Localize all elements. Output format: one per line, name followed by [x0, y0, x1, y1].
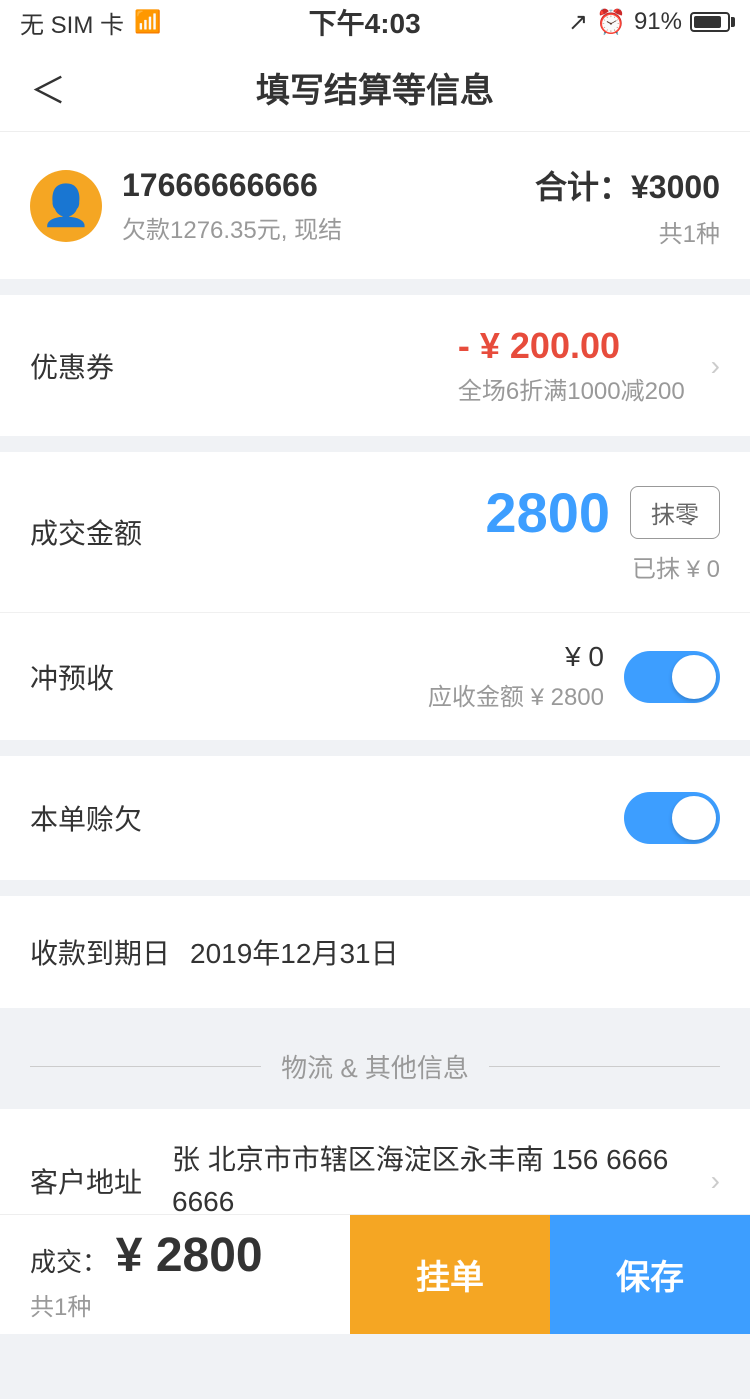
bottom-bar: 成交： ¥ 2800 共1种 挂单 保存 — [0, 1214, 750, 1334]
debt-section: 本单赊欠 — [0, 756, 750, 880]
amount-section: 成交金额 2800 抹零 已抹 ¥ 0 冲预收 ¥ 0 应收金额 ¥ 2800 — [0, 452, 750, 740]
address-label: 客户地址 — [30, 1161, 142, 1201]
deal-amount-label: 成交金额 — [30, 512, 142, 552]
sim-status: 无 SIM 卡 — [20, 5, 124, 40]
bottom-summary: 成交： ¥ 2800 共1种 — [0, 1228, 350, 1322]
customer-phone: 17666666666 — [122, 167, 535, 204]
logistics-divider: 物流 & 其他信息 — [0, 1024, 750, 1109]
prepay-label: 冲预收 — [30, 657, 114, 697]
coupon-right: - ¥ 200.00 全场6折满1000减200 › — [458, 325, 720, 406]
prepay-amount: ¥ 0 — [428, 641, 604, 673]
round-button[interactable]: 抹零 — [630, 486, 720, 539]
coupon-label: 优惠券 — [30, 346, 114, 386]
deal-amount-value: 2800 — [485, 480, 610, 545]
debt-toggle[interactable] — [624, 792, 720, 844]
divider-line-left — [30, 1066, 261, 1067]
customer-section: 👤 17666666666 欠款1276.35元, 现结 合计：¥3000 共1… — [0, 132, 750, 279]
page-title: 填写结算等信息 — [256, 63, 494, 112]
location-icon: ↗ — [568, 8, 588, 37]
wifi-icon: 📶 — [134, 9, 161, 35]
duedate-value: 2019年12月31日 — [190, 932, 399, 972]
battery-icon — [690, 12, 730, 32]
total-amount: 合计：¥3000 — [535, 162, 720, 208]
address-chevron-icon: › — [711, 1165, 720, 1197]
logistics-label: 物流 & 其他信息 — [281, 1048, 469, 1085]
duedate-section: 收款到期日 2019年12月31日 — [0, 896, 750, 1008]
chevron-right-icon: › — [711, 350, 720, 382]
customer-info: 17666666666 欠款1276.35元, 现结 — [122, 167, 535, 245]
debt-toggle-knob — [672, 796, 716, 840]
coupon-desc: 全场6折满1000减200 — [458, 371, 685, 406]
debt-label: 本单赊欠 — [30, 798, 142, 838]
customer-sub: 欠款1276.35元, 现结 — [122, 210, 535, 245]
alarm-icon: ⏰ — [596, 8, 626, 37]
status-left: 无 SIM 卡 📶 — [20, 5, 161, 40]
deal-amount-sub: 已抹 ¥ 0 — [485, 549, 720, 584]
back-button[interactable]: ＜ — [30, 62, 66, 114]
bottom-actions: 挂单 保存 — [350, 1215, 750, 1334]
prepay-row: 冲预收 ¥ 0 应收金额 ¥ 2800 — [0, 612, 750, 740]
coupon-section[interactable]: 优惠券 - ¥ 200.00 全场6折满1000减200 › — [0, 295, 750, 436]
prepay-toggle[interactable] — [624, 651, 720, 703]
prepay-right: ¥ 0 应收金额 ¥ 2800 — [428, 641, 720, 712]
divider-line-right — [489, 1066, 720, 1067]
coupon-discount: - ¥ 200.00 — [458, 325, 685, 367]
bottom-deal-row: 成交： ¥ 2800 — [30, 1228, 320, 1283]
prepay-values: ¥ 0 应收金额 ¥ 2800 — [428, 641, 604, 712]
status-time: 下午4:03 — [309, 2, 421, 42]
battery-percent: 91% — [634, 8, 682, 36]
bottom-count: 共1种 — [30, 1287, 320, 1322]
prepay-receivable: 应收金额 ¥ 2800 — [428, 677, 604, 712]
customer-total: 合计：¥3000 共1种 — [535, 162, 720, 249]
bottom-amount: ¥ 2800 — [116, 1229, 263, 1282]
total-count: 共1种 — [535, 214, 720, 249]
status-bar: 无 SIM 卡 📶 下午4:03 ↗ ⏰ 91% — [0, 0, 750, 44]
hold-button[interactable]: 挂单 — [350, 1215, 550, 1334]
address-value: 张 北京市市辖区海淀区永丰南 156 6666 6666 — [172, 1139, 701, 1223]
main-content: 👤 17666666666 欠款1276.35元, 现结 合计：¥3000 共1… — [0, 132, 750, 1399]
nav-bar: ＜ 填写结算等信息 — [0, 44, 750, 132]
toggle-knob — [672, 655, 716, 699]
duedate-label: 收款到期日 — [30, 932, 170, 972]
coupon-values: - ¥ 200.00 全场6折满1000减200 — [458, 325, 685, 406]
deal-amount-row: 成交金额 2800 抹零 已抹 ¥ 0 — [0, 452, 750, 612]
bottom-deal-label: 成交： — [30, 1247, 108, 1277]
save-button[interactable]: 保存 — [550, 1215, 750, 1334]
deal-amount-right: 2800 抹零 已抹 ¥ 0 — [485, 480, 720, 584]
avatar-icon: 👤 — [41, 182, 91, 229]
status-right: ↗ ⏰ 91% — [568, 8, 730, 37]
avatar: 👤 — [30, 170, 102, 242]
deal-amount-wrap: 2800 抹零 — [485, 480, 720, 545]
